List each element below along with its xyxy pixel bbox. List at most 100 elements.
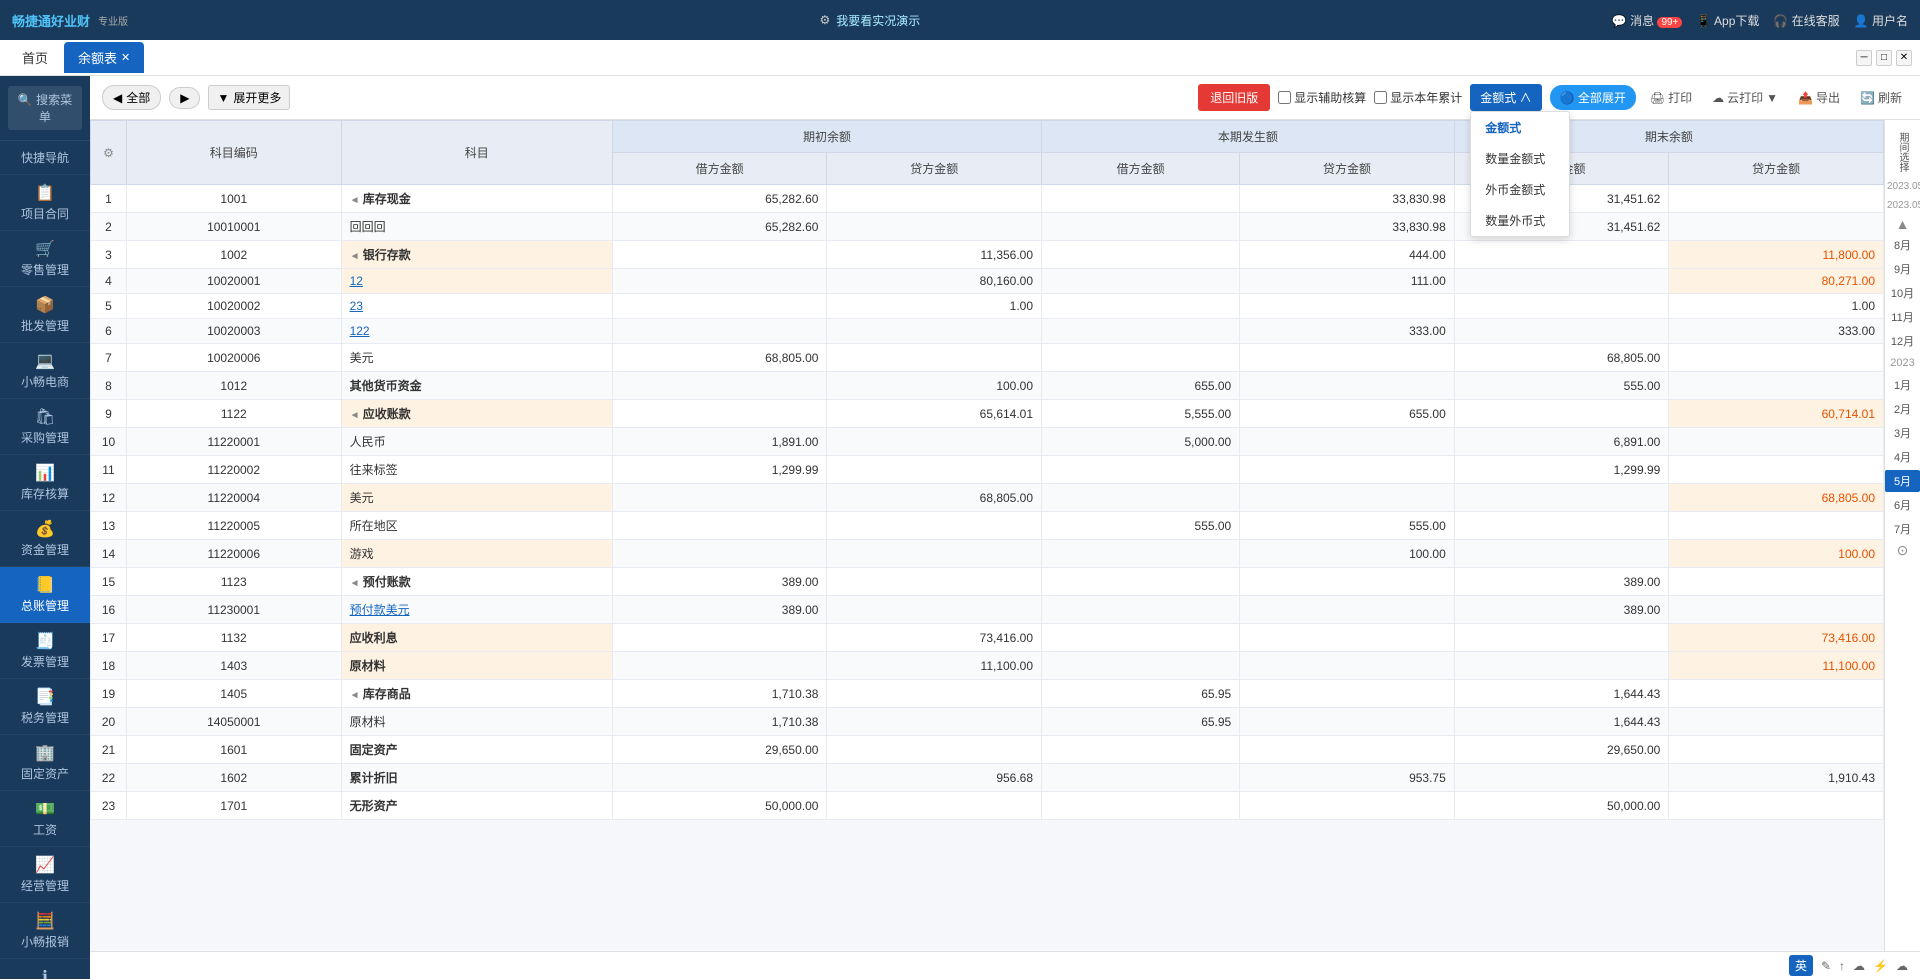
mode-option-amount[interactable]: 金额式 — [1471, 112, 1569, 143]
app-logo: 畅捷通好业财 — [12, 11, 90, 30]
period-7[interactable]: 7月 — [1885, 518, 1920, 540]
table-settings-icon[interactable]: ⚙ — [103, 146, 114, 160]
sidebar-item-6[interactable]: 💰 资金管理 — [0, 511, 90, 567]
management-icon: 📈 — [4, 855, 86, 875]
user-avatar[interactable]: 👤 用户名 — [1854, 12, 1908, 29]
amount-cell: 1.00 — [827, 294, 1042, 319]
online-service-btn[interactable]: 🎧 在线客服 — [1773, 12, 1839, 29]
cloud2-icon[interactable]: ☁ — [1896, 959, 1908, 973]
account-name-cell: ◄ 应收账款 — [341, 400, 612, 428]
period-1[interactable]: 1月 — [1885, 374, 1920, 396]
account-code-cell: 1001 — [127, 185, 342, 213]
period-5[interactable]: 5月 — [1885, 470, 1920, 492]
amount-cell: 100.00 — [827, 372, 1042, 400]
sidebar-item-4[interactable]: 🛍 采购管理 — [0, 399, 90, 455]
maximize-btn[interactable]: □ — [1876, 50, 1892, 66]
period-10[interactable]: 10月 — [1885, 282, 1920, 304]
amount-cell: 111.00 — [1240, 269, 1455, 294]
finance-icon: 💰 — [4, 519, 86, 539]
close-btn[interactable]: ✕ — [1896, 50, 1912, 66]
amount-cell: 50,000.00 — [612, 792, 827, 820]
account-name-cell: 人民币 — [341, 428, 612, 456]
period-year-2023-start[interactable]: 2023.05 — [1885, 178, 1920, 195]
tab-close-btn[interactable]: ✕ — [121, 51, 130, 64]
account-code-cell: 1701 — [127, 792, 342, 820]
amount-cell — [1454, 512, 1669, 540]
account-name-cell[interactable]: 预付款美元 — [341, 596, 612, 624]
message-badge: 99+ — [1657, 17, 1682, 28]
row-num-cell: 19 — [91, 680, 127, 708]
sidebar-item-expense[interactable]: 🧮 小畅报销 — [0, 903, 90, 959]
cloud-icon[interactable]: ☁ — [1853, 959, 1865, 973]
period-12[interactable]: 12月 — [1885, 330, 1920, 352]
period-11[interactable]: 11月 — [1885, 306, 1920, 328]
minimize-btn[interactable]: ─ — [1856, 50, 1872, 66]
toggle-expand-btn[interactable]: 🔵 全部展开 — [1550, 85, 1636, 110]
top-bar-left: 畅捷通好业财 专业版 — [12, 11, 128, 30]
show-assist-check[interactable]: 显示辅助核算 — [1278, 89, 1366, 106]
period-4[interactable]: 4月 — [1885, 446, 1920, 468]
sidebar-item-5[interactable]: 📊 库存核算 — [0, 455, 90, 511]
sidebar-item-tax[interactable]: 📑 税务管理 — [0, 679, 90, 735]
nav-all-btn[interactable]: ◀ 全部 — [102, 85, 161, 110]
period-9[interactable]: 9月 — [1885, 258, 1920, 280]
mode-option-qty-amount[interactable]: 数量金额式 — [1471, 143, 1569, 174]
nav-forward-btn[interactable]: ▶ — [169, 87, 200, 109]
account-name-cell[interactable]: 12 — [341, 269, 612, 294]
amount-cell: 50,000.00 — [1454, 792, 1669, 820]
sync-icon[interactable]: ↑ — [1839, 959, 1845, 973]
message-btn[interactable]: 💬 消息 99+ — [1612, 12, 1683, 29]
show-assist-input[interactable] — [1278, 91, 1291, 104]
period-6[interactable]: 6月 — [1885, 494, 1920, 516]
sidebar-item-3[interactable]: 💻 小畅电商 — [0, 343, 90, 399]
amount-cell — [1042, 596, 1240, 624]
mode-option-foreign-amount[interactable]: 外币金额式 — [1471, 174, 1569, 205]
expand-more-btn[interactable]: ▼ 展开更多 — [208, 85, 290, 110]
sidebar-item-management[interactable]: 📈 经营管理 — [0, 847, 90, 903]
edit-icon[interactable]: ✎ — [1821, 959, 1831, 973]
settings-icon[interactable]: ⚙ — [820, 13, 831, 27]
period-up-btn[interactable]: ▲ — [1896, 216, 1910, 232]
amount-cell — [827, 540, 1042, 568]
period-2[interactable]: 2月 — [1885, 398, 1920, 420]
sidebar-item-assets[interactable]: 🏢 固定资产 — [0, 735, 90, 791]
app-download-btn[interactable]: 📱 App下载 — [1696, 12, 1759, 29]
tab-home[interactable]: 首页 — [8, 42, 62, 73]
amount-cell: 11,800.00 — [1669, 241, 1884, 269]
inventory-icon: 📊 — [4, 463, 86, 483]
return-old-version-btn[interactable]: 退回旧版 — [1198, 84, 1270, 111]
print-btn[interactable]: 🖨 打印 — [1644, 85, 1698, 110]
amount-cell: 73,416.00 — [1669, 624, 1884, 652]
tab-balance-sheet[interactable]: 余额表 ✕ — [64, 42, 144, 73]
period-8[interactable]: 8月 — [1885, 234, 1920, 256]
period-year-2023-end[interactable]: 2023.05 — [1885, 197, 1920, 214]
search-menu-btn[interactable]: 🔍 搜索菜单 — [8, 86, 82, 130]
sidebar-item-invoice[interactable]: 🧾 发票管理 — [0, 623, 90, 679]
period-down-btn[interactable]: ⊙ — [1897, 542, 1909, 559]
period-3[interactable]: 3月 — [1885, 422, 1920, 444]
lang-btn[interactable]: 英 — [1789, 955, 1813, 976]
export-btn[interactable]: 📤 导出 — [1792, 85, 1846, 110]
sidebar-item-ledger[interactable]: 📒 总账管理 — [0, 567, 90, 623]
bolt-icon[interactable]: ⚡ — [1873, 959, 1888, 973]
show-ytd-input[interactable] — [1374, 91, 1387, 104]
show-ytd-check[interactable]: 显示本年累计 — [1374, 89, 1462, 106]
amount-cell — [1042, 294, 1240, 319]
sidebar-item-basic[interactable]: ℹ 基础信息 — [0, 959, 90, 979]
sidebar-item-quick-nav[interactable]: 快捷导航 — [0, 141, 90, 175]
sidebar-item-1[interactable]: 🛒 零售管理 — [0, 231, 90, 287]
account-name-cell[interactable]: 122 — [341, 319, 612, 344]
cloud-print-btn[interactable]: ☁ 云打印 ▼ — [1706, 85, 1784, 110]
amount-cell: 33,830.98 — [1240, 213, 1455, 241]
demo-label[interactable]: 我要看实况演示 — [836, 12, 920, 29]
mode-option-qty-foreign[interactable]: 数量外币式 — [1471, 205, 1569, 236]
account-name-cell[interactable]: 23 — [341, 294, 612, 319]
account-name-cell: 累计折旧 — [341, 764, 612, 792]
amount-cell — [827, 344, 1042, 372]
sidebar-item-2[interactable]: 📦 批发管理 — [0, 287, 90, 343]
th-period-group: 本期发生额 — [1042, 121, 1455, 153]
sidebar-item-0[interactable]: 📋 项目合同 — [0, 175, 90, 231]
sidebar-item-salary[interactable]: 💵 工资 — [0, 791, 90, 847]
refresh-btn[interactable]: 🔄 刷新 — [1854, 85, 1908, 110]
mode-btn[interactable]: 金额式 ∧ — [1470, 84, 1541, 111]
